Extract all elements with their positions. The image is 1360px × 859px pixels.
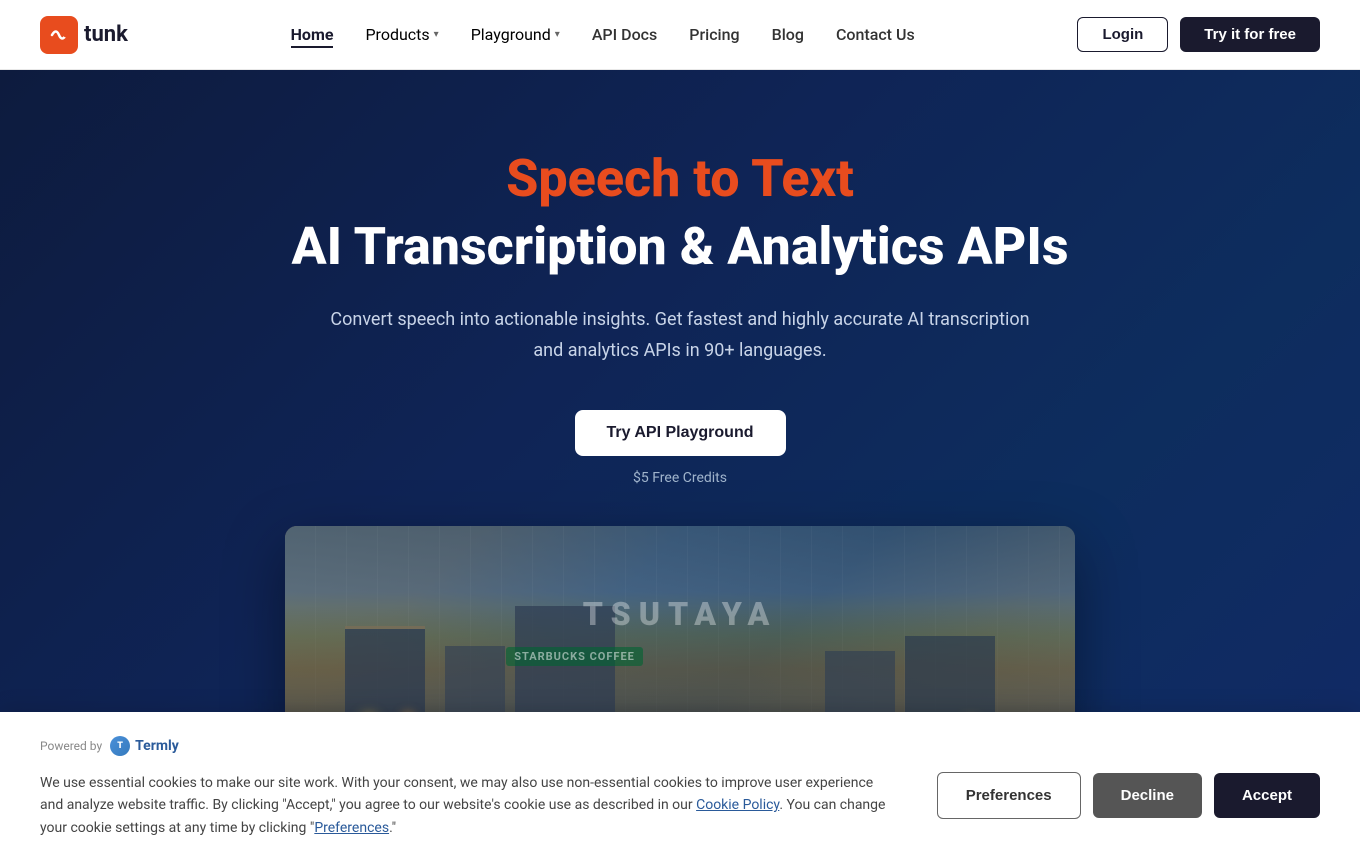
try-free-button[interactable]: Try it for free <box>1180 17 1320 52</box>
nav-links: Home Products ▾ Playground ▾ API Docs Pr… <box>291 25 915 44</box>
nav-contact[interactable]: Contact Us <box>836 25 915 44</box>
accept-button[interactable]: Accept <box>1214 773 1320 818</box>
nav-pricing[interactable]: Pricing <box>689 25 739 44</box>
hero-credit: $5 Free Credits <box>633 470 727 486</box>
logo-link[interactable]: tunk <box>40 16 128 54</box>
products-chevron-icon: ▾ <box>434 29 439 40</box>
logo-icon <box>40 16 78 54</box>
navbar: tunk Home Products ▾ Playground ▾ API Do… <box>0 0 1360 70</box>
cookie-text: We use essential cookies to make our sit… <box>40 772 897 839</box>
login-button[interactable]: Login <box>1077 17 1168 52</box>
cookie-banner: Powered by T Termly We use essential coo… <box>0 712 1360 859</box>
termly-name: Termly <box>135 738 179 754</box>
nav-actions: Login Try it for free <box>1077 17 1320 52</box>
powered-by-section: Powered by T Termly <box>40 736 1320 756</box>
nav-playground[interactable]: Playground ▾ <box>471 25 560 44</box>
preferences-inline-link[interactable]: Preferences <box>314 820 389 836</box>
hero-title-accent: Speech to Text <box>506 150 854 207</box>
termly-icon: T <box>110 736 130 756</box>
decline-button[interactable]: Decline <box>1093 773 1202 818</box>
nav-products[interactable]: Products ▾ <box>365 25 438 44</box>
cta-button[interactable]: Try API Playground <box>575 410 786 456</box>
logo-text: tunk <box>84 22 128 47</box>
termly-logo: T Termly <box>110 736 179 756</box>
preferences-button[interactable]: Preferences <box>937 772 1081 819</box>
playground-chevron-icon: ▾ <box>555 29 560 40</box>
hero-title-main: AI Transcription & Analytics APIs <box>291 217 1068 277</box>
cookie-body: We use essential cookies to make our sit… <box>40 772 1320 839</box>
tsutaya-label: TSUTAYA <box>583 595 778 633</box>
starbucks-label: STARBUCKS COFFEE <box>506 647 643 666</box>
powered-by-text: Powered by <box>40 739 102 753</box>
nav-api-docs[interactable]: API Docs <box>592 25 657 44</box>
hero-subtitle: Convert speech into actionable insights.… <box>320 305 1040 366</box>
cookie-actions: Preferences Decline Accept <box>937 772 1320 819</box>
nav-blog[interactable]: Blog <box>772 25 804 44</box>
nav-home[interactable]: Home <box>291 25 334 48</box>
cookie-policy-link[interactable]: Cookie Policy <box>696 797 779 813</box>
